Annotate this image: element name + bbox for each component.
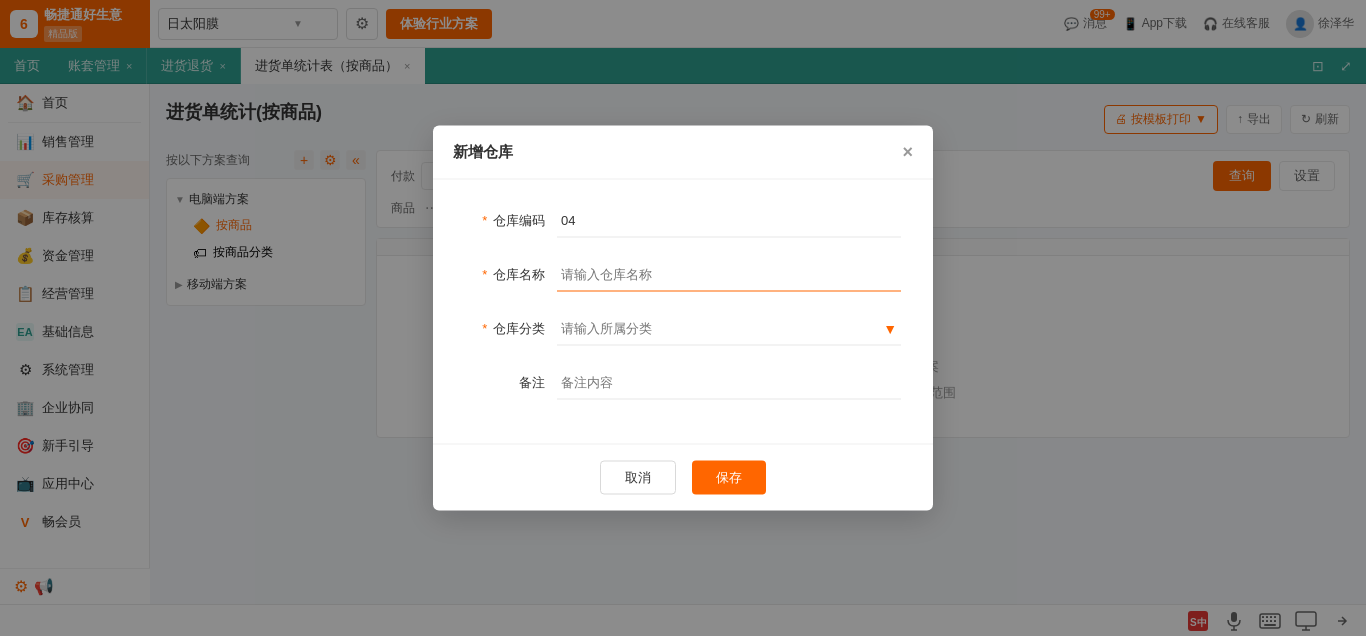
name-label-group: * 仓库名称 bbox=[465, 266, 545, 284]
code-label-group: * 仓库编码 bbox=[465, 212, 545, 230]
dialog-footer: 取消 保存 bbox=[433, 444, 933, 511]
save-button[interactable]: 保存 bbox=[692, 461, 766, 495]
dialog-close-button[interactable]: × bbox=[902, 142, 913, 163]
warehouse-name-input[interactable] bbox=[557, 258, 901, 292]
cancel-button[interactable]: 取消 bbox=[600, 461, 676, 495]
warehouse-category-row: * 仓库分类 ▼ bbox=[465, 312, 901, 346]
remark-label-group: 备注 bbox=[465, 374, 545, 392]
category-label-group: * 仓库分类 bbox=[465, 320, 545, 338]
name-label: 仓库名称 bbox=[493, 267, 545, 282]
name-required-mark: * bbox=[482, 267, 487, 282]
remark-label: 备注 bbox=[519, 375, 545, 390]
dialog-header: 新增仓库 × bbox=[433, 126, 933, 180]
warehouse-code-input[interactable] bbox=[557, 204, 901, 238]
code-label: 仓库编码 bbox=[493, 213, 545, 228]
warehouse-remark-input[interactable] bbox=[557, 366, 901, 400]
category-required-mark: * bbox=[482, 321, 487, 336]
category-label: 仓库分类 bbox=[493, 321, 545, 336]
code-required-mark: * bbox=[482, 213, 487, 228]
dialog-body: * 仓库编码 * 仓库名称 * 仓库分类 ▼ bbox=[433, 180, 933, 444]
warehouse-code-row: * 仓库编码 bbox=[465, 204, 901, 238]
warehouse-name-row: * 仓库名称 bbox=[465, 258, 901, 292]
new-warehouse-dialog: 新增仓库 × * 仓库编码 * 仓库名称 * 仓库分类 bbox=[433, 126, 933, 511]
warehouse-category-input[interactable] bbox=[557, 312, 901, 346]
category-select-wrap: ▼ bbox=[557, 312, 901, 346]
dialog-title: 新增仓库 bbox=[453, 143, 513, 162]
warehouse-remark-row: 备注 bbox=[465, 366, 901, 400]
